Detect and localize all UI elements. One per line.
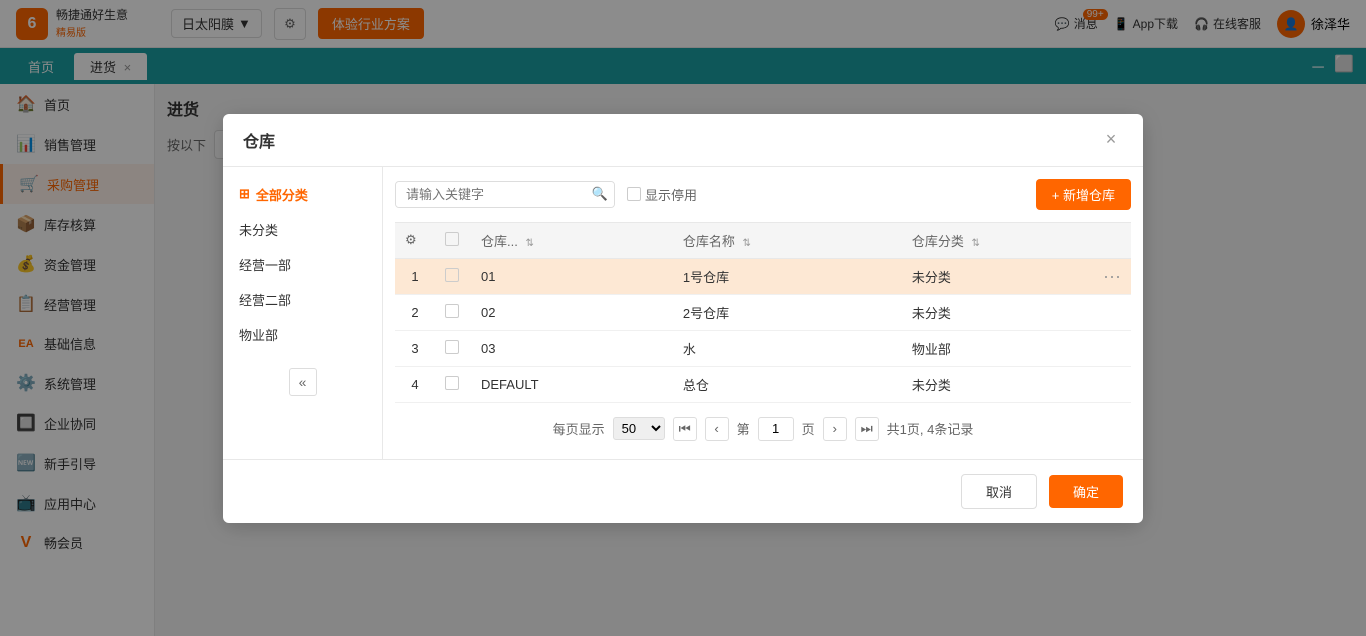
row-checkbox[interactable] — [435, 330, 471, 366]
confirm-button[interactable]: 确定 — [1049, 475, 1123, 508]
row-category: 物业部 — [902, 330, 1131, 366]
warehouse-table: ⚙ 仓库... ⇅ 仓库名称 ⇅ 仓库分类 ⇅ 1 01 1号仓库 未分类··· — [395, 222, 1131, 403]
row-code: 02 — [471, 294, 673, 330]
page-size-label: 每页显示 — [553, 419, 605, 438]
row-num: 2 — [395, 294, 435, 330]
table-header-row: ⚙ 仓库... ⇅ 仓库名称 ⇅ 仓库分类 ⇅ — [395, 222, 1131, 258]
th-settings: ⚙ — [395, 222, 435, 258]
show-disabled-label[interactable]: 显示停用 — [627, 185, 697, 204]
total-info: 共1页, 4条记录 — [887, 419, 974, 438]
table-area: 🔍 显示停用 + 新增仓库 ⚙ — [383, 167, 1143, 459]
search-icon[interactable]: 🔍 — [592, 186, 608, 202]
search-row: 🔍 显示停用 + 新增仓库 — [395, 179, 1131, 210]
table-row[interactable]: 3 03 水 物业部 — [395, 330, 1131, 366]
row-checkbox[interactable] — [435, 294, 471, 330]
row-num: 3 — [395, 330, 435, 366]
row-code: DEFAULT — [471, 366, 673, 402]
cat-item-ops2[interactable]: 经营二部 — [223, 282, 382, 317]
row-category: 未分类 — [902, 366, 1131, 402]
page-number-input[interactable] — [758, 417, 794, 441]
row-num: 4 — [395, 366, 435, 402]
pagination: 每页显示 50 20 100 ⏮ ‹ 第 页 › ⏭ 共1页, 4条记录 — [395, 403, 1131, 447]
warehouse-modal: 仓库 × ⊞ 全部分类 未分类 经营一部 经营二部 — [223, 114, 1143, 523]
cat-item-property[interactable]: 物业部 — [223, 317, 382, 352]
th-code: 仓库... ⇅ — [471, 222, 673, 258]
row-checkbox[interactable] — [435, 258, 471, 294]
cat-item-unclassified-label: 未分类 — [239, 220, 278, 239]
row-name: 水 — [673, 330, 902, 366]
modal-close-button[interactable]: × — [1099, 128, 1123, 152]
show-disabled-checkbox[interactable] — [627, 187, 641, 201]
search-input-wrap: 🔍 — [395, 181, 615, 208]
row-checkbox[interactable] — [435, 366, 471, 402]
cat-item-all[interactable]: ⊞ 全部分类 — [223, 177, 382, 212]
modal-body: ⊞ 全部分类 未分类 经营一部 经营二部 物业部 « — [223, 167, 1143, 459]
row-name: 1号仓库 — [673, 258, 902, 294]
search-input[interactable] — [396, 182, 614, 207]
row-name: 总仓 — [673, 366, 902, 402]
row-category: 未分类··· — [902, 258, 1131, 294]
page-last-button[interactable]: ⏭ — [855, 417, 879, 441]
more-button[interactable]: ··· — [1103, 267, 1121, 285]
th-checkbox — [435, 222, 471, 258]
cancel-button[interactable]: 取消 — [961, 474, 1037, 509]
cat-item-all-label: 全部分类 — [256, 185, 308, 204]
row-category: 未分类 — [902, 294, 1131, 330]
cat-item-ops1-label: 经营一部 — [239, 255, 291, 274]
th-category: 仓库分类 ⇅ — [902, 222, 1131, 258]
th-name: 仓库名称 ⇅ — [673, 222, 902, 258]
row-name: 2号仓库 — [673, 294, 902, 330]
table-row[interactable]: 4 DEFAULT 总仓 未分类 — [395, 366, 1131, 402]
modal-header: 仓库 × — [223, 114, 1143, 167]
page-next-button[interactable]: › — [823, 417, 847, 441]
page-prev-button[interactable]: ‹ — [705, 417, 729, 441]
page-label: 第 — [737, 419, 750, 438]
modal-overlay: 仓库 × ⊞ 全部分类 未分类 经营一部 经营二部 — [0, 0, 1366, 636]
cat-item-property-label: 物业部 — [239, 325, 278, 344]
select-all-checkbox[interactable] — [445, 232, 459, 246]
modal-title: 仓库 — [243, 128, 275, 152]
table-row[interactable]: 1 01 1号仓库 未分类··· — [395, 258, 1131, 294]
add-warehouse-button[interactable]: + 新增仓库 — [1036, 179, 1131, 210]
page-size-select[interactable]: 50 20 100 — [613, 417, 665, 440]
table-row[interactable]: 2 02 2号仓库 未分类 — [395, 294, 1131, 330]
row-code: 03 — [471, 330, 673, 366]
grid-icon: ⊞ — [239, 186, 250, 202]
modal-footer: 取消 确定 — [223, 459, 1143, 523]
cat-item-unclassified[interactable]: 未分类 — [223, 212, 382, 247]
page-unit: 页 — [802, 419, 815, 438]
page-first-button[interactable]: ⏮ — [673, 417, 697, 441]
cat-item-ops2-label: 经营二部 — [239, 290, 291, 309]
row-code: 01 — [471, 258, 673, 294]
cat-collapse-button[interactable]: « — [289, 368, 317, 396]
row-num: 1 — [395, 258, 435, 294]
category-sidebar: ⊞ 全部分类 未分类 经营一部 经营二部 物业部 « — [223, 167, 383, 459]
cat-item-ops1[interactable]: 经营一部 — [223, 247, 382, 282]
show-disabled-text: 显示停用 — [645, 185, 697, 204]
